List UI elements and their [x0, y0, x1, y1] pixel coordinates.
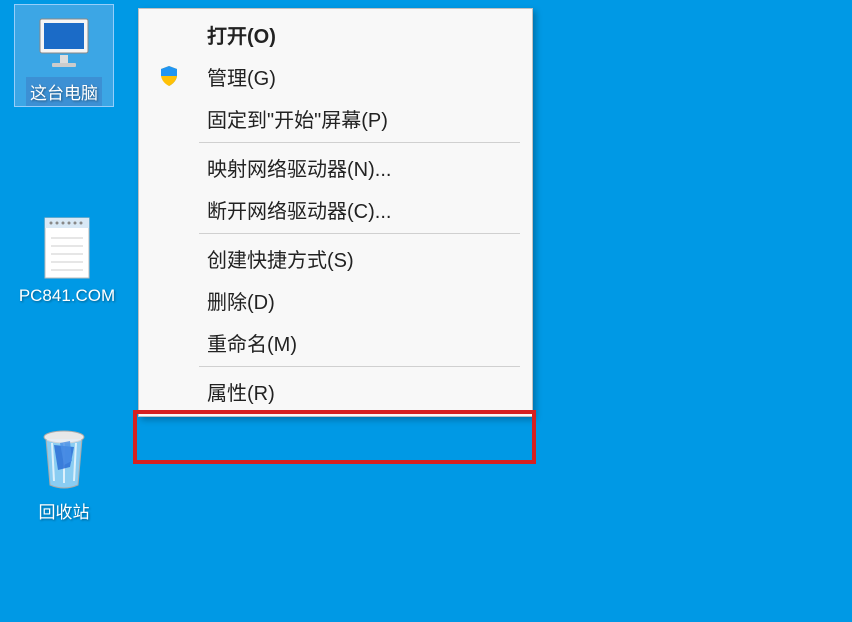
menu-item-label: 删除(D): [189, 286, 275, 315]
desktop-icon-textfile[interactable]: PC841.COM: [7, 212, 127, 308]
menu-item-open[interactable]: 打开(O): [141, 13, 530, 55]
menu-item-create-shortcut[interactable]: 创建快捷方式(S): [141, 237, 530, 279]
menu-item-label: 属性(R): [189, 377, 275, 406]
desktop-icon-recyclebin[interactable]: 回收站: [14, 424, 114, 525]
computer-icon: [32, 9, 96, 73]
shield-icon: [149, 64, 189, 88]
menu-item-label: 映射网络驱动器(N)...: [189, 153, 391, 182]
menu-item-label: 重命名(M): [189, 328, 297, 357]
menu-item-disconnect-drive[interactable]: 断开网络驱动器(C)...: [141, 188, 530, 230]
menu-item-label: 管理(G): [189, 62, 276, 91]
menu-item-label: 固定到"开始"屏幕(P): [189, 104, 388, 133]
menu-separator: [199, 366, 520, 367]
menu-item-delete[interactable]: 删除(D): [141, 279, 530, 321]
context-menu: 打开(O) 管理(G) 固定到"开始"屏幕(P) 映射网络驱动器(N)... 断…: [138, 8, 533, 417]
menu-item-label: 创建快捷方式(S): [189, 244, 354, 273]
menu-separator: [199, 233, 520, 234]
textfile-icon: [35, 216, 99, 280]
menu-item-label: 断开网络驱动器(C)...: [189, 195, 391, 224]
menu-separator: [199, 142, 520, 143]
menu-item-properties[interactable]: 属性(R): [141, 370, 530, 412]
menu-item-pin-start[interactable]: 固定到"开始"屏幕(P): [141, 97, 530, 139]
desktop-icon-computer[interactable]: 这台电脑: [14, 4, 114, 107]
menu-item-manage[interactable]: 管理(G): [141, 55, 530, 97]
menu-item-rename[interactable]: 重命名(M): [141, 321, 530, 363]
highlight-annotation: [133, 410, 536, 464]
desktop-icon-label: PC841.COM: [15, 284, 119, 308]
recyclebin-icon: [32, 428, 96, 492]
desktop-icon-label: 这台电脑: [26, 77, 102, 106]
menu-item-map-drive[interactable]: 映射网络驱动器(N)...: [141, 146, 530, 188]
desktop-icon-label: 回收站: [35, 496, 94, 525]
menu-item-label: 打开(O): [189, 20, 276, 49]
